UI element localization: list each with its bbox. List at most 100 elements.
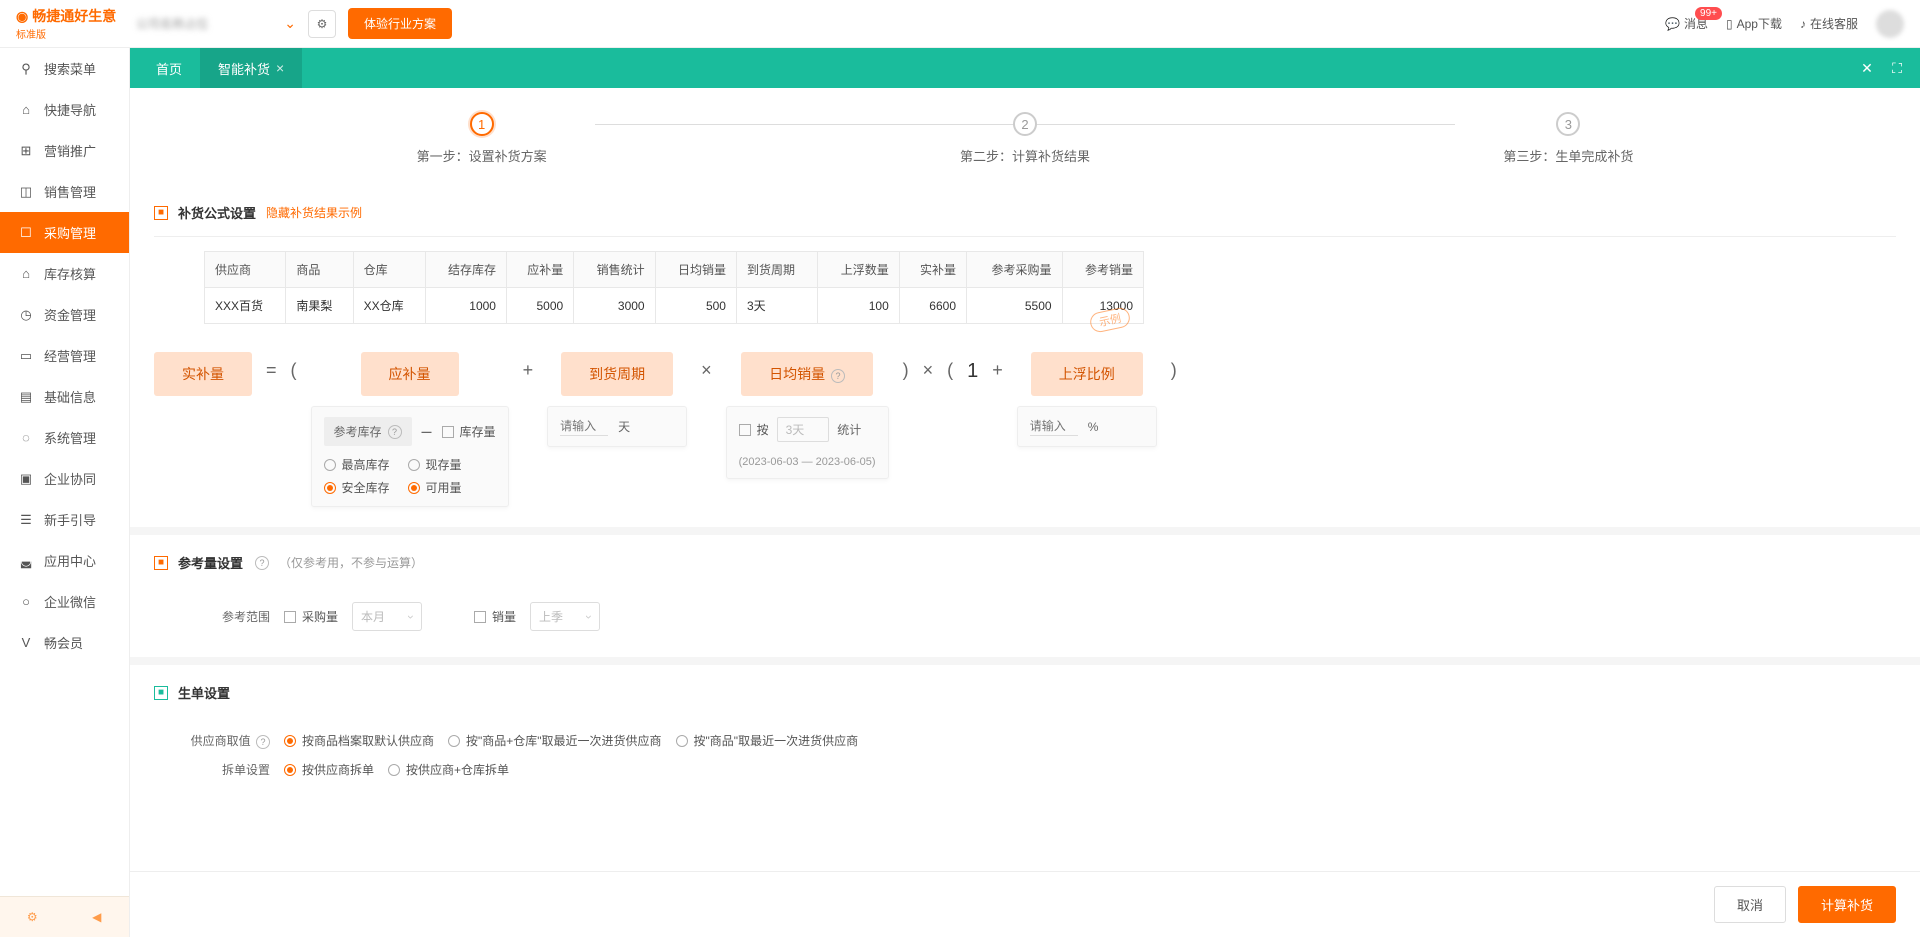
- sidebar-bottom: ⚙ ◀: [0, 896, 129, 937]
- sidebar-item-marketing[interactable]: ⊞营销推广: [0, 130, 129, 171]
- vip-icon: V: [18, 635, 34, 651]
- formula-float-col: 上浮比例 %: [1017, 350, 1157, 447]
- supplier-opt-1[interactable]: 按商品档案取默认供应商: [284, 732, 434, 749]
- op-lparen: (: [291, 350, 297, 381]
- stock-checkbox[interactable]: 库存量: [442, 423, 496, 440]
- sidebar-item-base[interactable]: ▤基础信息: [0, 376, 129, 417]
- daily-panel: 按 3天 统计 (2023-06-03 — 2023-06-05): [726, 406, 889, 479]
- avatar-icon: [1876, 10, 1904, 38]
- close-icon: ✕: [1861, 60, 1873, 77]
- sidebar-item-purchase[interactable]: ☐采购管理: [0, 212, 129, 253]
- scheme-button[interactable]: 体验行业方案: [348, 8, 452, 39]
- checkbox-icon: [739, 424, 751, 436]
- step-1: 1第一步：设置补货方案: [417, 112, 547, 165]
- period-input[interactable]: [560, 417, 608, 436]
- checkbox-icon: [284, 611, 296, 623]
- phone-icon: ▯: [1726, 17, 1733, 31]
- tab-home[interactable]: 首页: [138, 48, 200, 88]
- sidebar-item-nav[interactable]: ⌂快捷导航: [0, 89, 129, 130]
- service-link[interactable]: ♪ 在线客服: [1800, 15, 1858, 32]
- sidebar-item-member[interactable]: V畅会员: [0, 622, 129, 663]
- daily-by-checkbox[interactable]: 按: [739, 421, 769, 438]
- logo: ◉畅捷通好生意 标准版: [16, 6, 116, 41]
- sidebar-item-system[interactable]: ◌系统管理: [0, 417, 129, 458]
- sidebar-collapse-button[interactable]: ◀: [65, 897, 130, 937]
- section-order: ■ 生单设置 供应商取值 ? 按商品档案取默认供应商 按"商品+仓库"取最近一次…: [130, 657, 1920, 804]
- settings-button[interactable]: ⚙: [308, 10, 336, 38]
- example-table: 供应商商品仓库 结存库存应补量销售统计 日均销量到货周期上浮数量 实补量参考采购…: [204, 251, 1144, 324]
- table-row: XXX百货南果梨XX仓库 100050003000 5003天100 66005…: [205, 288, 1144, 324]
- sales-period-select[interactable]: 上季: [530, 602, 600, 631]
- tab-bar: 首页 智能补货 × ✕ ⛶: [130, 48, 1920, 88]
- split-opt-1[interactable]: 按供应商拆单: [284, 761, 374, 778]
- table-header-row: 供应商商品仓库 结存库存应补量销售统计 日均销量到货周期上浮数量 实补量参考采购…: [205, 252, 1144, 288]
- sidebar-item-search[interactable]: ⚲搜索菜单: [0, 48, 129, 89]
- radio-maxstock[interactable]: 最高库存: [324, 456, 390, 473]
- supplier-opt-3[interactable]: 按"商品"取最近一次进货供应商: [676, 732, 859, 749]
- op-times2: ×: [923, 350, 934, 381]
- formula-need: 应补量: [361, 352, 459, 396]
- message-badge: 99+: [1695, 7, 1722, 20]
- calculate-button[interactable]: 计算补货: [1798, 886, 1896, 923]
- help-icon[interactable]: ?: [388, 425, 402, 439]
- sidebar-settings-button[interactable]: ⚙: [0, 897, 65, 937]
- collab-icon: ▣: [18, 471, 34, 487]
- messages-link[interactable]: 💬 消息 99+: [1665, 15, 1708, 32]
- cart-icon: ☐: [18, 225, 34, 241]
- company-selector[interactable]: 公司名称占位 ⌄: [136, 15, 296, 32]
- formula-float: 上浮比例: [1031, 352, 1143, 396]
- scope-label: 参考范围: [190, 608, 270, 625]
- ref-stock-chip[interactable]: 参考库存?: [324, 417, 412, 446]
- days-select[interactable]: 3天: [777, 417, 830, 442]
- chevron-down-icon: ⌄: [284, 15, 296, 32]
- sidebar-item-sales[interactable]: ◫销售管理: [0, 171, 129, 212]
- sidebar-item-apps[interactable]: ◛应用中心: [0, 540, 129, 581]
- supplier-opt-2[interactable]: 按"商品+仓库"取最近一次进货供应商: [448, 732, 662, 749]
- list-icon: ▤: [18, 389, 34, 405]
- footer: 取消 计算补货: [130, 871, 1920, 937]
- sidebar-item-finance[interactable]: ◷资金管理: [0, 294, 129, 335]
- cancel-button[interactable]: 取消: [1714, 886, 1786, 923]
- help-icon[interactable]: ?: [831, 369, 845, 383]
- radio-usable[interactable]: 可用量: [408, 479, 462, 496]
- sidebar-item-guide[interactable]: ☰新手引导: [0, 499, 129, 540]
- radio-safestock[interactable]: 安全库存: [324, 479, 390, 496]
- user-avatar[interactable]: [1876, 10, 1904, 38]
- search-icon: ⚲: [18, 61, 34, 77]
- radio-icon: [388, 764, 400, 776]
- toggle-example-link[interactable]: 隐藏补货结果示例: [266, 204, 362, 221]
- op-rparen2: ): [1171, 350, 1177, 381]
- company-name: 公司名称占位: [136, 15, 276, 32]
- gear-icon: ⚙: [27, 910, 38, 924]
- sales-checkbox[interactable]: 销量: [474, 608, 516, 625]
- formula-period: 到货周期: [561, 352, 673, 396]
- radio-icon: [284, 735, 296, 747]
- tab-close-icon[interactable]: ×: [276, 60, 284, 76]
- help-icon[interactable]: ?: [256, 735, 270, 749]
- section-reference: ■ 参考量设置 ? （仅参考用，不参与运算） 参考范围 采购量 本月 销量 上季: [130, 527, 1920, 657]
- radio-icon: [284, 764, 296, 776]
- date-range: (2023-06-03 — 2023-06-05): [739, 456, 876, 468]
- radio-curstock[interactable]: 现存量: [408, 456, 462, 473]
- sidebar-item-wechat[interactable]: ○企业微信: [0, 581, 129, 622]
- op-times1: ×: [701, 350, 712, 381]
- tab-close-all-button[interactable]: ✕: [1852, 53, 1882, 83]
- section-title: 补货公式设置: [178, 203, 256, 222]
- purchase-checkbox[interactable]: 采购量: [284, 608, 338, 625]
- app-download-link[interactable]: ▯ App下载: [1726, 15, 1782, 32]
- step-indicator: 1第一步：设置补货方案 2第二步：计算补货结果 3第三步：生单完成补货: [130, 88, 1920, 185]
- split-opt-2[interactable]: 按供应商+仓库拆单: [388, 761, 509, 778]
- supplier-source-row: 供应商取值 ? 按商品档案取默认供应商 按"商品+仓库"取最近一次进货供应商 按…: [190, 726, 1896, 755]
- formula-daily: 日均销量 ?: [741, 352, 873, 396]
- tab-fullscreen-button[interactable]: ⛶: [1882, 53, 1912, 83]
- radio-icon: [676, 735, 688, 747]
- sidebar-item-collab[interactable]: ▣企业协同: [0, 458, 129, 499]
- supplier-label: 供应商取值 ?: [190, 732, 270, 749]
- sidebar-item-inventory[interactable]: ⌂库存核算: [0, 253, 129, 294]
- sidebar-item-ops[interactable]: ▭经营管理: [0, 335, 129, 376]
- system-icon: ◌: [18, 430, 34, 446]
- tab-smart-restock[interactable]: 智能补货 ×: [200, 48, 302, 88]
- float-input[interactable]: [1030, 417, 1078, 436]
- help-icon[interactable]: ?: [255, 556, 269, 570]
- purchase-period-select[interactable]: 本月: [352, 602, 422, 631]
